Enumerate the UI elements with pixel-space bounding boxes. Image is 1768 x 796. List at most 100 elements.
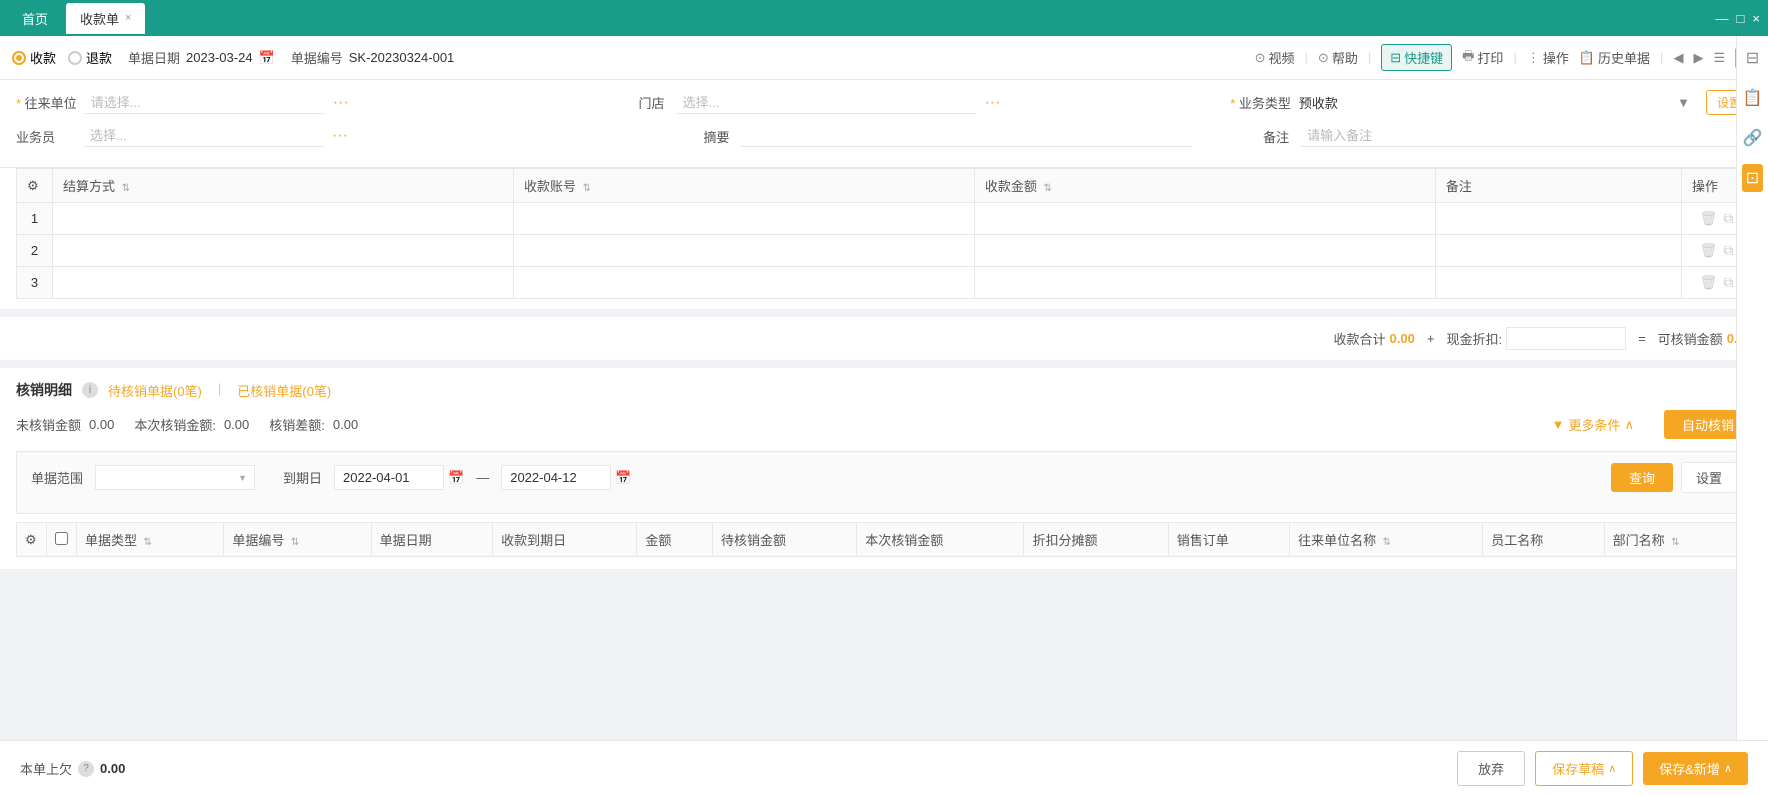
salesman-ellipsis[interactable]: ···	[328, 127, 352, 145]
row-2-remark[interactable]	[1435, 235, 1681, 267]
discount-input[interactable]	[1506, 327, 1626, 350]
settlement-sort-icon[interactable]: ⇅	[122, 183, 130, 194]
calendar-icon[interactable]: 📅	[259, 50, 275, 66]
partner-input[interactable]	[85, 92, 325, 114]
nav-right-icon[interactable]: ▶	[1693, 50, 1703, 66]
action-shortcut[interactable]: ⊟ 快捷键	[1381, 44, 1452, 71]
col-account-label: 收款账号	[524, 179, 576, 194]
col-settings-header[interactable]: ⚙	[17, 169, 53, 203]
date-from-input[interactable]	[334, 465, 444, 490]
row-3-amount[interactable]	[974, 267, 1435, 299]
hx-doc-no-sort[interactable]: ⇅	[291, 537, 299, 548]
save-new-btn[interactable]: 保存&新增 ∧	[1643, 752, 1748, 785]
row-2-copy-icon[interactable]: ⧉	[1723, 242, 1733, 259]
row-1-copy-icon[interactable]: ⧉	[1723, 210, 1733, 227]
col-amount-label: 收款金额	[985, 179, 1037, 194]
row-3-account[interactable]	[513, 267, 974, 299]
hx-col-pending-amount: 待核销金额	[713, 523, 857, 557]
row-2-settlement[interactable]	[53, 235, 514, 267]
store-input[interactable]	[676, 92, 976, 114]
row-2-idx: 2	[17, 235, 53, 267]
abandon-btn[interactable]: 放弃	[1457, 751, 1525, 786]
tab-shoukuan[interactable]: 收款单 ×	[66, 3, 145, 34]
action-shortcut-label: 快捷键	[1404, 48, 1443, 67]
row-1-settlement[interactable]	[53, 203, 514, 235]
row-3-delete-icon[interactable]: 🗑	[1700, 274, 1718, 291]
date-label: 单据日期	[128, 48, 180, 67]
action-operate[interactable]: ⋮ 操作	[1527, 48, 1569, 67]
hx-col-dept: 部门名称 ⇅	[1604, 523, 1751, 557]
window-min-btn[interactable]: —	[1716, 11, 1729, 26]
query-btn[interactable]: 查询	[1611, 463, 1673, 492]
save-draft-btn[interactable]: 保存草稿 ∧	[1535, 751, 1633, 786]
form-area: 往来单位 ··· 门店 ··· 业务类型 预收款 ▼ 设置 业务员 ··· 摘要…	[0, 80, 1768, 168]
right-panel-icon-2[interactable]: 📋	[1739, 84, 1767, 112]
type-radio-group: 收款 退款	[12, 48, 112, 67]
window-restore-btn[interactable]: □	[1737, 11, 1745, 26]
hx-col-settings[interactable]: ⚙	[17, 523, 47, 557]
date-to-calendar-icon[interactable]: 📅	[615, 470, 631, 486]
hx-col-sales-order: 销售订单	[1168, 523, 1289, 557]
hx-select-all[interactable]	[55, 532, 68, 545]
radio-tuikuan[interactable]: 退款	[68, 48, 112, 67]
hx-filter-left: 单据范围 到期日 📅 — 📅	[31, 465, 1599, 490]
hx-dept-sort[interactable]: ⇅	[1671, 537, 1679, 548]
hx-doc-type-sort[interactable]: ⇅	[143, 537, 151, 548]
col-actions-label: 操作	[1692, 179, 1718, 194]
discount-label: 现金折扣:	[1446, 329, 1502, 348]
hx-col-doc-type: 单据类型 ⇅	[77, 523, 224, 557]
amount-sort-icon[interactable]: ⇅	[1044, 183, 1052, 194]
unchecked-value: 0.00	[89, 417, 114, 432]
hx-tab-pending[interactable]: 待核销单据(0笔)	[108, 381, 202, 400]
row-1-delete-icon[interactable]: 🗑	[1700, 210, 1718, 227]
row-1-amount[interactable]	[974, 203, 1435, 235]
row-3-copy-icon[interactable]: ⧉	[1723, 274, 1733, 291]
action-print[interactable]: 🖶 打印	[1462, 47, 1503, 69]
range-select[interactable]	[95, 465, 255, 490]
hx-tab-done[interactable]: 已核销单据(0笔)	[237, 381, 331, 400]
row-2-amount[interactable]	[974, 235, 1435, 267]
hx-settings-icon[interactable]: ⚙	[25, 532, 37, 547]
tab-close-icon[interactable]: ×	[125, 12, 131, 24]
remark-label: 备注	[1263, 127, 1293, 146]
tab-bar-left: 首页 收款单 ×	[8, 3, 145, 34]
row-3-settlement[interactable]	[53, 267, 514, 299]
remark-input[interactable]	[1301, 125, 1752, 147]
window-close-btn[interactable]: ×	[1752, 11, 1760, 26]
nav-left-icon[interactable]: ◀	[1673, 50, 1683, 66]
radio-shoukuan[interactable]: 收款	[12, 48, 56, 67]
form-row-1: 往来单位 ··· 门店 ··· 业务类型 预收款 ▼ 设置	[16, 90, 1752, 115]
hx-info-icon[interactable]: i	[82, 382, 98, 398]
account-sort-icon[interactable]: ⇅	[583, 183, 591, 194]
right-panel-icon-3[interactable]: 🔗	[1739, 124, 1767, 152]
this-check-value: 0.00	[224, 417, 249, 432]
row-2-account[interactable]	[513, 235, 974, 267]
hx-col-checkbox[interactable]	[47, 523, 77, 557]
right-panel-icon-4[interactable]: ⊡	[1742, 164, 1763, 192]
bottom-info-icon[interactable]: ?	[78, 761, 94, 777]
row-2-delete-icon[interactable]: 🗑	[1700, 242, 1718, 259]
biz-type-chevron[interactable]: ▼	[1677, 95, 1690, 110]
right-panel-icon-1[interactable]: ⊟	[1742, 44, 1763, 72]
hx-filter-row: 单据范围 到期日 📅 — 📅 查询 设置	[31, 462, 1737, 493]
hx-setting-btn[interactable]: 设置	[1681, 462, 1737, 493]
row-1-remark[interactable]	[1435, 203, 1681, 235]
action-video[interactable]: ⊙ 视频	[1255, 48, 1295, 67]
tab-home[interactable]: 首页	[8, 3, 62, 34]
action-history[interactable]: 📋 历史单据	[1579, 48, 1650, 67]
action-help[interactable]: ⊙ 帮助	[1318, 48, 1358, 67]
store-ellipsis[interactable]: ···	[980, 94, 1004, 112]
action-help-label: 帮助	[1332, 48, 1358, 67]
date-from-calendar-icon[interactable]: 📅	[448, 470, 464, 486]
hx-partner-sort[interactable]: ⇅	[1382, 537, 1390, 548]
list-view-icon[interactable]: ☰	[1713, 50, 1725, 66]
right-panel: ⊟ 📋 🔗 ⊡	[1736, 36, 1768, 796]
more-conditions-btn[interactable]: ▼ 更多条件 ∧	[1552, 415, 1634, 434]
date-to-input[interactable]	[501, 465, 611, 490]
partner-ellipsis[interactable]: ···	[329, 94, 353, 112]
row-3-remark[interactable]	[1435, 267, 1681, 299]
row-1-account[interactable]	[513, 203, 974, 235]
table-settings-icon[interactable]: ⚙	[27, 178, 39, 193]
salesman-input[interactable]	[84, 125, 324, 147]
summary-input[interactable]	[741, 125, 1192, 147]
